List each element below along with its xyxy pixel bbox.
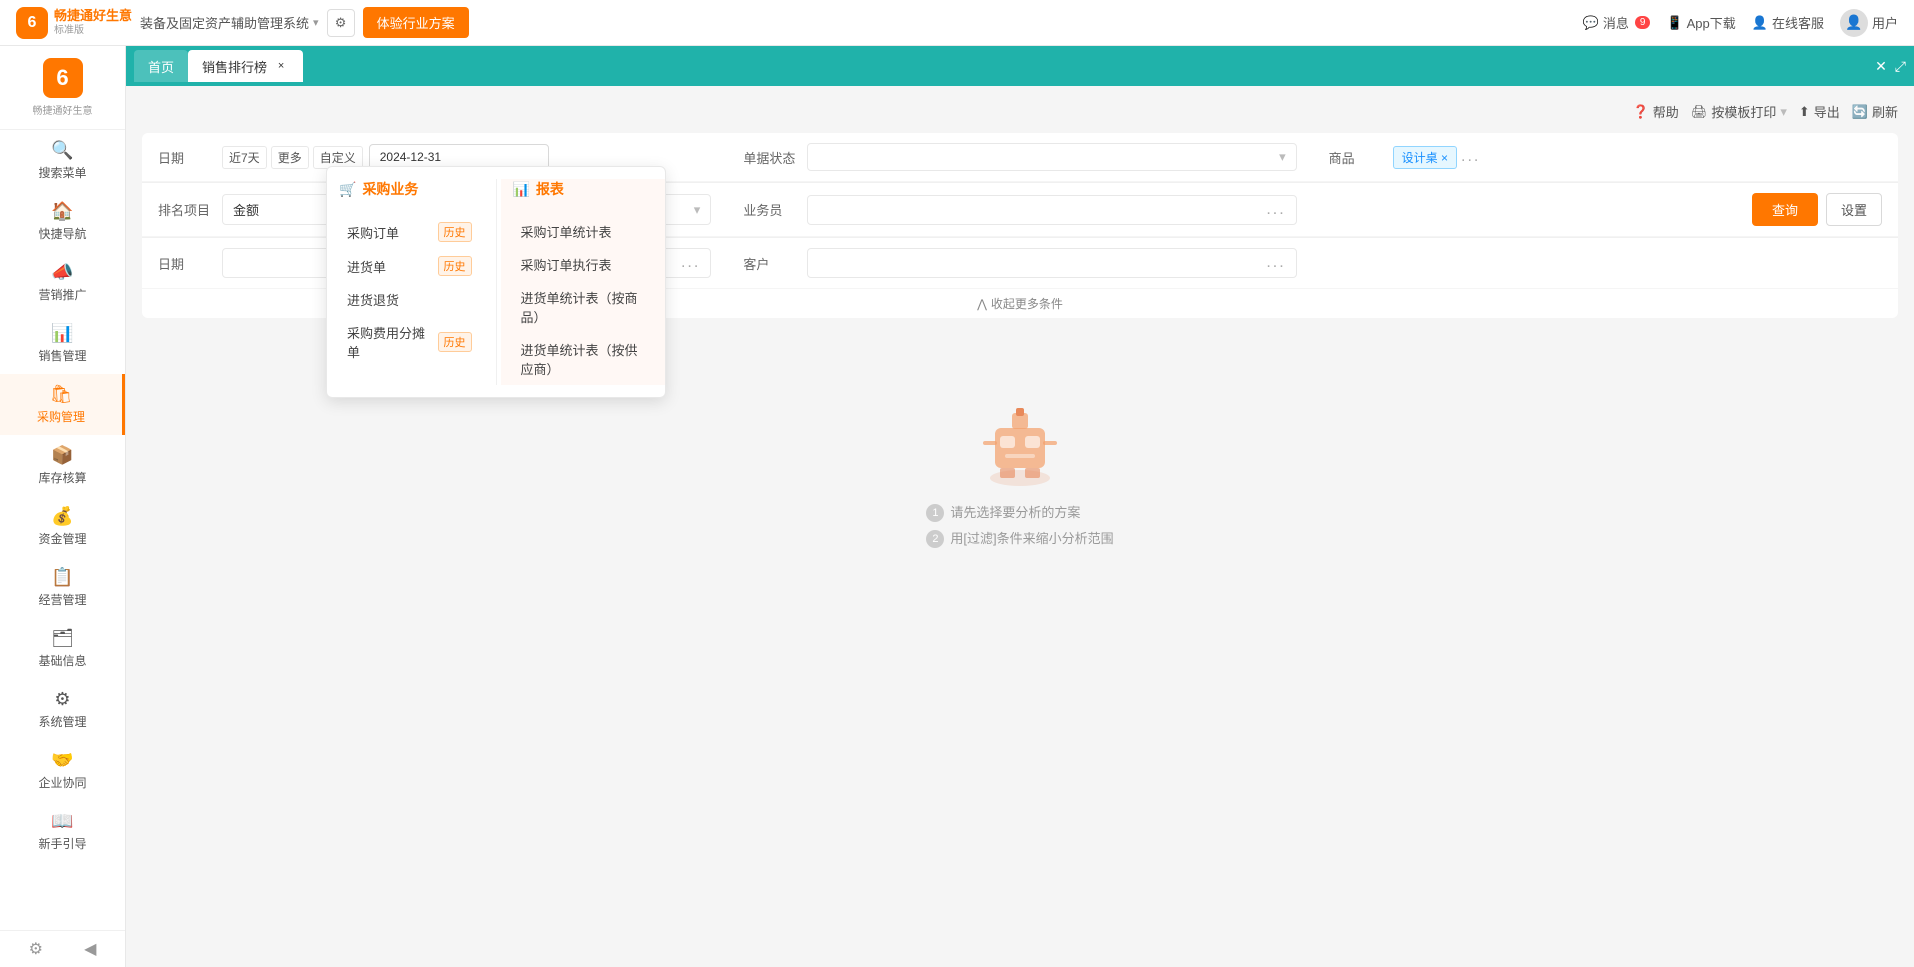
content-body: ❓ 帮助 🖨 按模板打印 ▾ ⬆ 导出 🔄 [126, 86, 1914, 967]
menu-item-goods-stats-by-supplier[interactable]: 进货单统计表（按供应商） [513, 333, 654, 385]
top-bar: 6 畅捷通好生意 标准版 装备及固定资产辅助管理系统 ▾ ⚙ 体验行业方案 💬 … [0, 0, 1914, 46]
purchase-menu-section: 🛒 采购业务 采购订单 历史 进货单 历史 进货退货 [327, 179, 492, 385]
sidebar-label-sales: 销售管理 [38, 347, 86, 364]
sidebar-logo: 6 畅捷通好生意 [0, 46, 125, 130]
sidebar-label-system: 系统管理 [38, 713, 86, 730]
tab-home-label: 首页 [148, 57, 174, 76]
menu-item-purchase-order-exec[interactable]: 采购订单执行表 [513, 248, 654, 281]
sidebar-item-marketing[interactable]: 📣 营销推广 [0, 252, 125, 313]
sidebar-label-purchase: 采购管理 [37, 408, 85, 425]
system-title-text: 装备及固定资产辅助管理系统 [140, 13, 309, 32]
menu-divider [496, 179, 497, 385]
sidebar-item-basic[interactable]: 🗂 基础信息 [0, 618, 125, 679]
app-download-btn[interactable]: 📱 App下载 [1666, 13, 1735, 32]
menu-item-goods-return[interactable]: 进货退货 [339, 283, 480, 316]
industry-btn[interactable]: 体验行业方案 [363, 7, 469, 38]
sidebar-label-guide: 新手引导 [38, 835, 86, 852]
guide-icon: 📖 [51, 811, 73, 832]
sidebar-item-sales[interactable]: 📊 销售管理 [0, 313, 125, 374]
sidebar-label-basic: 基础信息 [38, 652, 86, 669]
dropdown-menu: 🛒 采购业务 采购订单 历史 进货单 历史 进货退货 [326, 166, 666, 398]
sidebar-settings-btn[interactable]: ⚙ [29, 939, 43, 959]
logo-text: 畅捷通好生意 标准版 [54, 8, 132, 38]
dropdown-icon: ▾ [313, 16, 319, 29]
tab-sales-rank-label: 销售排行榜 [202, 57, 267, 76]
system-title-dropdown[interactable]: 装备及固定资产辅助管理系统 ▾ [140, 13, 319, 32]
quick-icon: 🏠 [51, 201, 73, 222]
basic-icon: 🗂 [51, 628, 74, 649]
content-area: 首页 销售排行榜 × ✕ ⤢ [126, 46, 1914, 967]
sidebar-item-system[interactable]: ⚙ 系统管理 [0, 679, 125, 740]
sidebar-collapse-btn[interactable]: ◀ [84, 939, 96, 959]
sidebar-label-inventory: 库存核算 [38, 469, 86, 486]
tab-home[interactable]: 首页 [134, 50, 188, 82]
sidebar-label-quick: 快捷导航 [38, 225, 86, 242]
sidebar-label-finance: 资金管理 [38, 530, 86, 547]
search-icon: 🔍 [51, 140, 73, 161]
topbar-settings-icon[interactable]: ⚙ [327, 9, 355, 37]
corp-icon: 🤝 [51, 750, 73, 771]
purchase-icon: 🛍 [50, 384, 73, 405]
logo-area: 6 畅捷通好生意 标准版 [16, 7, 132, 39]
sidebar-label-marketing: 营销推广 [38, 286, 86, 303]
sidebar-item-search[interactable]: 🔍 搜索菜单 [0, 130, 125, 191]
report-menu-section: 📊 报表 采购订单统计表 采购订单执行表 进货单统计表（按商品） [501, 179, 666, 385]
menu-item-goods-stats-by-product[interactable]: 进货单统计表（按商品） [513, 281, 654, 333]
marketing-icon: 📣 [51, 262, 73, 283]
sidebar-label-corp: 企业协同 [38, 774, 86, 791]
sidebar-item-purchase[interactable]: 🛍 采购管理 [0, 374, 125, 435]
report-section-icon: 📊 [513, 181, 530, 198]
main-area: 6 畅捷通好生意 🔍 搜索菜单 🏠 快捷导航 📣 营销推广 📊 销售管理 🛍 [0, 46, 1914, 967]
report-section-title: 📊 报表 [513, 179, 654, 205]
sidebar-bottom: ⚙ ◀ [0, 930, 125, 967]
tab-close-btn[interactable]: ✕ [1875, 58, 1887, 75]
sidebar-item-guide[interactable]: 📖 新手引导 [0, 801, 125, 862]
sidebar-item-quick[interactable]: 🏠 快捷导航 [0, 191, 125, 252]
menu-item-purchase-order-stats[interactable]: 采购订单统计表 [513, 215, 654, 248]
sales-icon: 📊 [51, 323, 73, 344]
sidebar-item-finance[interactable]: 💰 资金管理 [0, 496, 125, 557]
sidebar-item-inventory[interactable]: 📦 库存核算 [0, 435, 125, 496]
sidebar-item-corp[interactable]: 🤝 企业协同 [0, 740, 125, 801]
tab-expand-btn[interactable]: ⤢ [1895, 58, 1906, 75]
system-icon: ⚙ [54, 689, 70, 710]
operation-icon: 📋 [51, 567, 73, 588]
tab-sales-rank[interactable]: 销售排行榜 × [188, 50, 303, 82]
purchase-section-title: 🛒 采购业务 [339, 179, 480, 205]
sidebar-logo-icon: 6 [43, 58, 83, 98]
menu-item-goods-receipt[interactable]: 进货单 历史 [339, 249, 480, 283]
user-btn[interactable]: 👤 用户 [1840, 9, 1898, 37]
sidebar-logo-text: 畅捷通好生意 [33, 102, 93, 117]
sidebar-item-operation[interactable]: 📋 经营管理 [0, 557, 125, 618]
tab-bar-right: ✕ ⤢ [1875, 58, 1906, 75]
sidebar-label-operation: 经营管理 [38, 591, 86, 608]
purchase-section-icon: 🛒 [339, 181, 356, 198]
top-left: 6 畅捷通好生意 标准版 装备及固定资产辅助管理系统 ▾ ⚙ 体验行业方案 [16, 7, 469, 39]
top-right: 💬 消息 9 📱 App下载 👤 在线客服 👤 用户 [1583, 9, 1898, 37]
sidebar: 6 畅捷通好生意 🔍 搜索菜单 🏠 快捷导航 📣 营销推广 📊 销售管理 🛍 [0, 46, 126, 967]
logo-icon: 6 [16, 7, 48, 39]
tab-bar: 首页 销售排行榜 × ✕ ⤢ [126, 46, 1914, 86]
finance-icon: 💰 [51, 506, 73, 527]
avatar: 👤 [1840, 9, 1868, 37]
sidebar-label-search: 搜索菜单 [38, 164, 86, 181]
online-service-btn[interactable]: 👤 在线客服 [1752, 13, 1824, 32]
message-btn[interactable]: 💬 消息 9 [1583, 13, 1651, 32]
inventory-icon: 📦 [51, 445, 73, 466]
menu-item-purchase-expense[interactable]: 采购费用分摊单 历史 [339, 316, 480, 368]
menu-item-purchase-order[interactable]: 采购订单 历史 [339, 215, 480, 249]
tab-close-icon[interactable]: × [273, 58, 289, 74]
